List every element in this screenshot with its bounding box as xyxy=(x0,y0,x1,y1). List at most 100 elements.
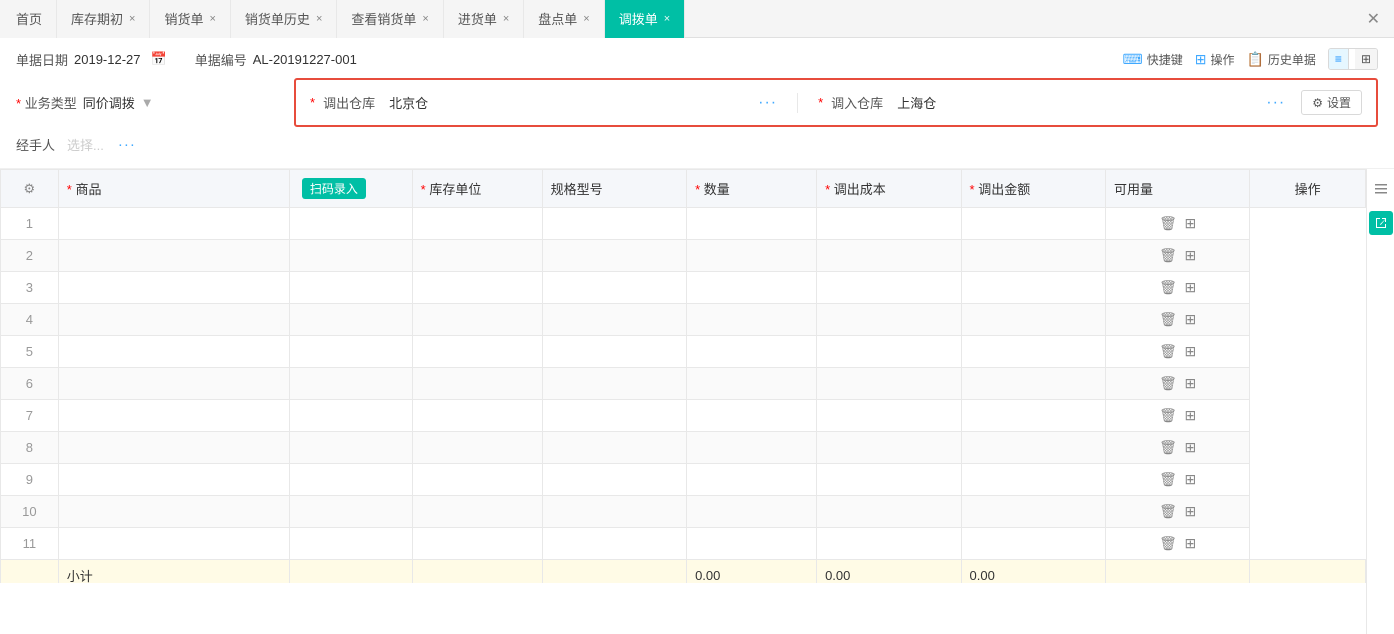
table-cell[interactable] xyxy=(817,464,961,496)
dropdown-icon[interactable]: ▼ xyxy=(141,95,154,110)
table-cell[interactable] xyxy=(961,304,1105,336)
close-icon[interactable]: × xyxy=(422,13,428,25)
table-cell[interactable] xyxy=(542,496,686,528)
table-cell[interactable] xyxy=(412,240,542,272)
table-cell[interactable] xyxy=(542,208,686,240)
table-cell[interactable] xyxy=(542,368,686,400)
table-cell[interactable] xyxy=(542,464,686,496)
copy-icon[interactable]: ⊞ xyxy=(1184,503,1196,519)
table-cell[interactable] xyxy=(817,240,961,272)
table-cell[interactable] xyxy=(58,496,289,528)
table-cell[interactable] xyxy=(412,432,542,464)
copy-icon[interactable]: ⊞ xyxy=(1184,375,1196,391)
table-cell[interactable] xyxy=(961,496,1105,528)
copy-icon[interactable]: ⊞ xyxy=(1184,247,1196,263)
table-cell[interactable] xyxy=(58,432,289,464)
table-cell[interactable] xyxy=(687,432,817,464)
close-icon[interactable]: × xyxy=(664,13,670,25)
table-cell[interactable] xyxy=(289,272,412,304)
table-cell[interactable] xyxy=(412,368,542,400)
delete-icon[interactable]: 🗑 xyxy=(1159,503,1177,519)
table-cell[interactable] xyxy=(289,208,412,240)
table-cell[interactable] xyxy=(961,400,1105,432)
copy-icon[interactable]: ⊞ xyxy=(1184,535,1196,551)
table-cell[interactable] xyxy=(817,432,961,464)
table-cell[interactable] xyxy=(412,272,542,304)
table-cell[interactable] xyxy=(542,240,686,272)
tab-purchase-order[interactable]: 进货单 × xyxy=(444,0,524,38)
table-cell[interactable] xyxy=(687,496,817,528)
table-cell[interactable] xyxy=(961,432,1105,464)
table-cell[interactable] xyxy=(289,336,412,368)
table-cell[interactable] xyxy=(961,464,1105,496)
table-cell[interactable] xyxy=(412,496,542,528)
grid-view-button[interactable]: ⊞ xyxy=(1355,49,1377,69)
delete-icon[interactable]: 🗑 xyxy=(1159,375,1177,391)
table-cell[interactable] xyxy=(687,368,817,400)
close-icon[interactable]: × xyxy=(503,13,509,25)
delete-icon[interactable]: 🗑 xyxy=(1159,247,1177,263)
table-cell[interactable] xyxy=(542,400,686,432)
table-cell[interactable] xyxy=(289,400,412,432)
table-cell[interactable] xyxy=(817,528,961,560)
table-cell[interactable] xyxy=(58,240,289,272)
table-cell[interactable] xyxy=(817,304,961,336)
table-cell[interactable] xyxy=(289,496,412,528)
table-cell[interactable] xyxy=(58,368,289,400)
delete-icon[interactable]: 🗑 xyxy=(1159,311,1177,327)
table-cell[interactable] xyxy=(817,336,961,368)
table-cell[interactable] xyxy=(961,528,1105,560)
delete-icon[interactable]: 🗑 xyxy=(1159,471,1177,487)
copy-icon[interactable]: ⊞ xyxy=(1184,215,1196,231)
delete-icon[interactable]: 🗑 xyxy=(1159,439,1177,455)
table-cell[interactable] xyxy=(817,272,961,304)
scan-button[interactable]: 扫码录入 xyxy=(302,178,366,199)
table-cell[interactable] xyxy=(289,528,412,560)
table-cell[interactable] xyxy=(542,432,686,464)
sidebar-list-icon[interactable] xyxy=(1369,177,1393,201)
table-cell[interactable] xyxy=(542,528,686,560)
table-cell[interactable] xyxy=(687,304,817,336)
close-icon[interactable]: × xyxy=(209,13,215,25)
table-cell[interactable] xyxy=(817,496,961,528)
table-cell[interactable] xyxy=(687,240,817,272)
tab-inventory-init[interactable]: 库存期初 × xyxy=(57,0,150,38)
handler-more-icon[interactable]: ··· xyxy=(118,136,136,153)
table-cell[interactable] xyxy=(687,464,817,496)
table-cell[interactable] xyxy=(961,272,1105,304)
copy-icon[interactable]: ⊞ xyxy=(1184,439,1196,455)
copy-icon[interactable]: ⊞ xyxy=(1184,311,1196,327)
table-cell[interactable] xyxy=(817,400,961,432)
copy-icon[interactable]: ⊞ xyxy=(1184,279,1196,295)
sidebar-export-icon[interactable] xyxy=(1369,211,1393,235)
table-cell[interactable] xyxy=(289,464,412,496)
table-cell[interactable] xyxy=(412,528,542,560)
table-cell[interactable] xyxy=(542,272,686,304)
tab-transfer[interactable]: 调拨单 × xyxy=(605,0,685,38)
table-cell[interactable] xyxy=(961,368,1105,400)
list-view-button[interactable]: ≡ xyxy=(1329,49,1349,69)
table-cell[interactable] xyxy=(412,400,542,432)
warehouse-in-more-icon[interactable]: ··· xyxy=(1266,94,1285,112)
tab-sales-order[interactable]: 销货单 × xyxy=(150,0,230,38)
table-cell[interactable] xyxy=(817,368,961,400)
table-cell[interactable] xyxy=(412,464,542,496)
tab-sales-history[interactable]: 销货单历史 × xyxy=(231,0,337,38)
tab-bar-close-button[interactable]: ✕ xyxy=(1353,0,1394,38)
table-cell[interactable] xyxy=(687,528,817,560)
table-cell[interactable] xyxy=(687,208,817,240)
table-cell[interactable] xyxy=(687,400,817,432)
table-cell[interactable] xyxy=(961,336,1105,368)
table-cell[interactable] xyxy=(58,400,289,432)
table-cell[interactable] xyxy=(961,240,1105,272)
delete-icon[interactable]: 🗑 xyxy=(1159,215,1177,231)
table-cell[interactable] xyxy=(412,336,542,368)
calendar-icon[interactable]: 📅 xyxy=(151,51,167,67)
table-cell[interactable] xyxy=(58,272,289,304)
table-cell[interactable] xyxy=(58,304,289,336)
history-button[interactable]: 📋 历史单据 xyxy=(1246,51,1315,68)
tab-stocktake[interactable]: 盘点单 × xyxy=(524,0,604,38)
settings-button[interactable]: ⚙ 设置 xyxy=(1301,90,1362,115)
delete-icon[interactable]: 🗑 xyxy=(1159,279,1177,295)
table-cell[interactable] xyxy=(58,464,289,496)
